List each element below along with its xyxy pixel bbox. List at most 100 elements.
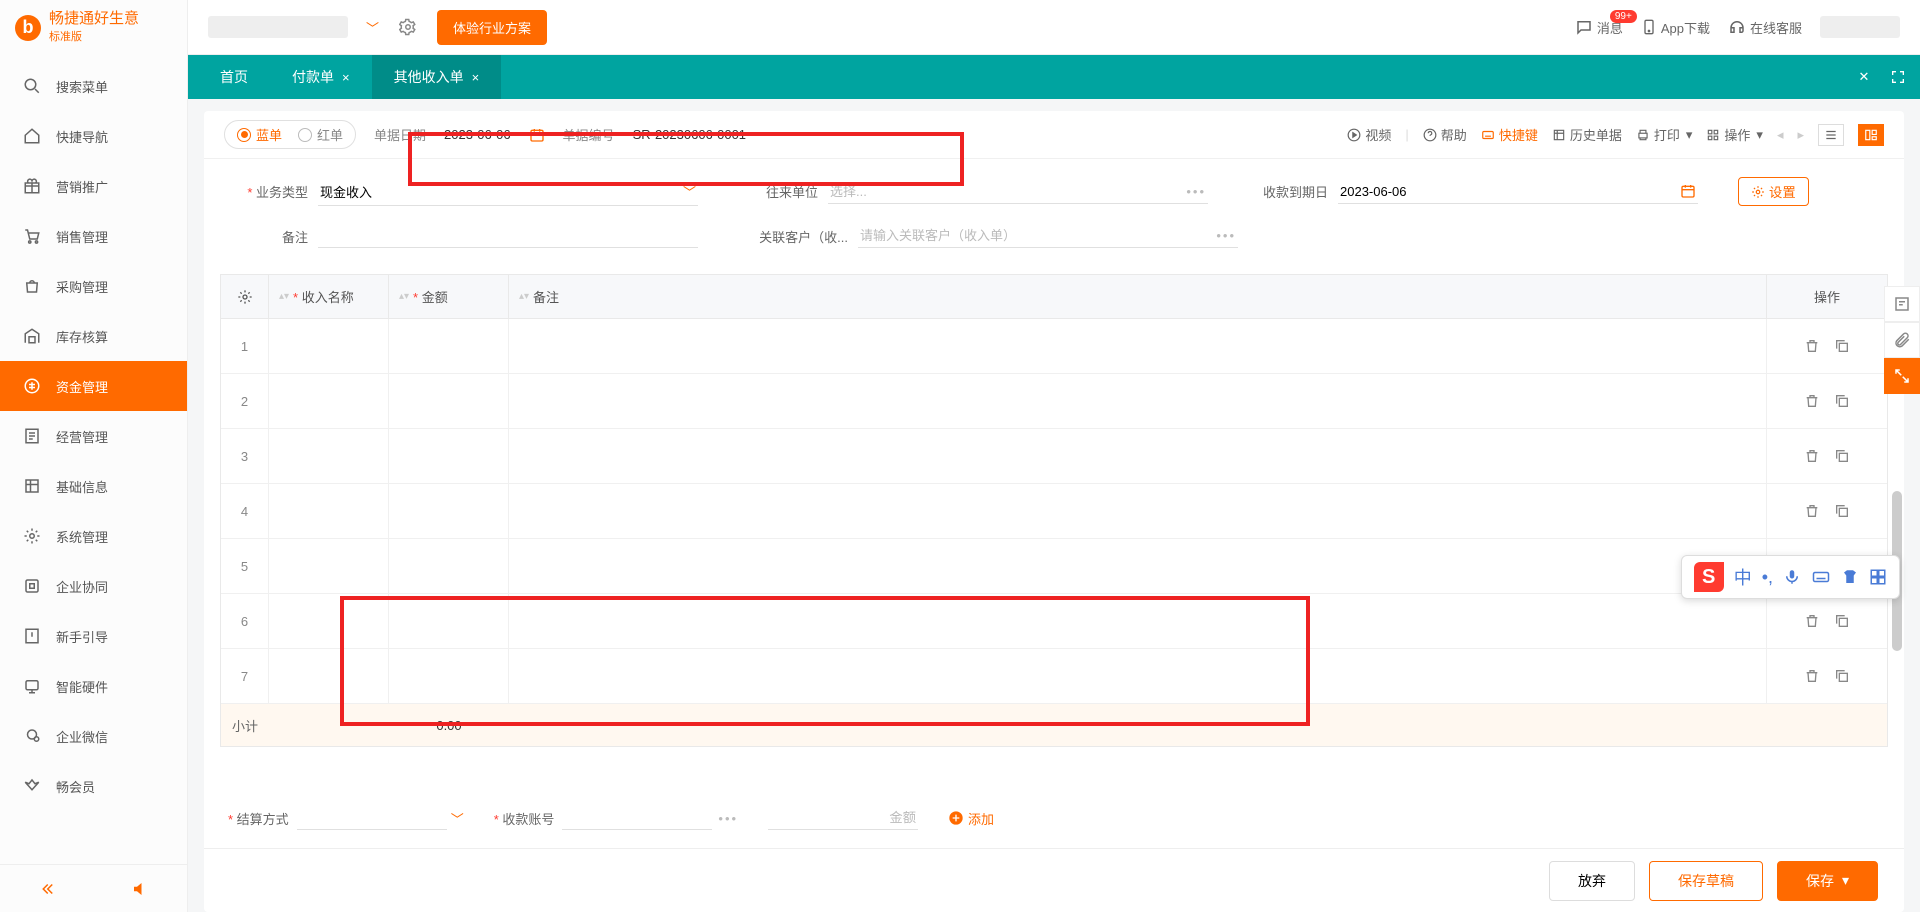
- history-link[interactable]: 历史单据: [1552, 125, 1622, 144]
- save-button[interactable]: 保存▾: [1777, 861, 1878, 901]
- sidebar-item-search[interactable]: 搜索菜单: [0, 61, 187, 111]
- ime-keyboard-icon[interactable]: [1811, 568, 1831, 586]
- sidebar-item-inventory[interactable]: 库存核算: [0, 311, 187, 361]
- add-settlement[interactable]: 添加: [948, 809, 994, 828]
- video-help[interactable]: 视频: [1347, 125, 1391, 144]
- party-input[interactable]: [830, 184, 1186, 199]
- cell-income-name[interactable]: [269, 429, 389, 483]
- cell-remark[interactable]: [509, 374, 1767, 428]
- collapse-button[interactable]: [0, 880, 94, 898]
- table-row[interactable]: 3: [221, 429, 1887, 484]
- copy-row-icon[interactable]: [1834, 393, 1850, 409]
- save-draft-button[interactable]: 保存草稿: [1649, 861, 1763, 901]
- sidebar-item-member[interactable]: 畅会员: [0, 761, 187, 811]
- sidebar-item-wecom[interactable]: 企业微信: [0, 711, 187, 761]
- close-all-tabs[interactable]: ✕: [1848, 61, 1880, 93]
- business-type-input[interactable]: [320, 184, 679, 199]
- side-tool-note[interactable]: [1884, 286, 1920, 322]
- cell-remark[interactable]: [509, 429, 1767, 483]
- chevron-down-icon[interactable]: ﹀: [683, 182, 696, 201]
- tab-other-income[interactable]: 其他收入单×: [372, 55, 502, 99]
- close-icon[interactable]: ×: [342, 70, 350, 85]
- delete-row-icon[interactable]: [1804, 613, 1820, 629]
- delete-row-icon[interactable]: [1804, 338, 1820, 354]
- table-row[interactable]: 5: [221, 539, 1887, 594]
- cell-amount[interactable]: [389, 484, 509, 538]
- sidebar-item-system[interactable]: 系统管理: [0, 511, 187, 561]
- copy-row-icon[interactable]: [1834, 613, 1850, 629]
- tab-home[interactable]: 首页: [198, 55, 270, 99]
- cell-amount[interactable]: [389, 319, 509, 373]
- ime-mic-icon[interactable]: [1783, 568, 1801, 586]
- app-download-button[interactable]: App下载: [1641, 18, 1710, 37]
- table-row[interactable]: 4: [221, 484, 1887, 539]
- sound-button[interactable]: [94, 880, 188, 898]
- copy-row-icon[interactable]: [1834, 668, 1850, 684]
- table-row[interactable]: 1: [221, 319, 1887, 374]
- cell-amount[interactable]: [389, 374, 509, 428]
- cell-remark[interactable]: [509, 539, 1767, 593]
- cell-income-name[interactable]: [269, 649, 389, 703]
- close-icon[interactable]: ×: [472, 70, 480, 85]
- table-settings[interactable]: [221, 275, 269, 318]
- table-row[interactable]: 7: [221, 649, 1887, 704]
- ime-skin-icon[interactable]: [1841, 568, 1859, 586]
- next-doc[interactable]: ▸: [1797, 127, 1804, 143]
- more-icon[interactable]: •••: [718, 811, 738, 826]
- cell-income-name[interactable]: [269, 484, 389, 538]
- col-income-name[interactable]: ▴▾收入名称: [269, 275, 389, 318]
- help-link[interactable]: 帮助: [1423, 125, 1467, 144]
- cell-income-name[interactable]: [269, 539, 389, 593]
- radio-blue[interactable]: 蓝单: [237, 125, 282, 144]
- more-icon[interactable]: •••: [1186, 184, 1206, 199]
- delete-row-icon[interactable]: [1804, 448, 1820, 464]
- cell-income-name[interactable]: [269, 319, 389, 373]
- sidebar-item-sales[interactable]: 销售管理: [0, 211, 187, 261]
- radio-red[interactable]: 红单: [298, 125, 343, 144]
- shortcut-link[interactable]: 快捷键: [1481, 125, 1538, 144]
- copy-row-icon[interactable]: [1834, 338, 1850, 354]
- user-avatar[interactable]: [1820, 16, 1900, 38]
- table-row[interactable]: 2: [221, 374, 1887, 429]
- cell-amount[interactable]: [389, 429, 509, 483]
- chevron-down-icon[interactable]: ﹀: [451, 809, 464, 828]
- cell-remark[interactable]: [509, 484, 1767, 538]
- sidebar-item-operation[interactable]: 经营管理: [0, 411, 187, 461]
- cell-amount[interactable]: [389, 539, 509, 593]
- cell-amount[interactable]: [389, 649, 509, 703]
- discard-button[interactable]: 放弃: [1549, 861, 1635, 901]
- col-remark[interactable]: ▴▾备注: [509, 275, 1767, 318]
- calendar-icon[interactable]: [1680, 183, 1696, 199]
- delete-row-icon[interactable]: [1804, 668, 1820, 684]
- ime-mode[interactable]: 中: [1734, 564, 1752, 590]
- sidebar-item-purchase[interactable]: 采购管理: [0, 261, 187, 311]
- remark-input[interactable]: [320, 228, 696, 243]
- more-icon[interactable]: •••: [1216, 228, 1236, 243]
- view-list[interactable]: [1818, 124, 1844, 146]
- view-form[interactable]: [1858, 124, 1884, 146]
- print-link[interactable]: 打印▾: [1636, 125, 1693, 144]
- service-button[interactable]: 在线客服: [1728, 18, 1802, 37]
- prev-doc[interactable]: ◂: [1777, 127, 1784, 143]
- sidebar-item-finance[interactable]: 资金管理: [0, 361, 187, 411]
- fullscreen-toggle[interactable]: [1882, 61, 1914, 93]
- ops-link[interactable]: 操作▾: [1706, 125, 1763, 144]
- side-tool-expand[interactable]: [1884, 358, 1920, 394]
- settings-icon[interactable]: [399, 18, 417, 36]
- due-date-input[interactable]: [1340, 184, 1680, 199]
- settle-account-input[interactable]: [562, 806, 712, 830]
- sidebar-item-guide[interactable]: 新手引导: [0, 611, 187, 661]
- side-tool-attach[interactable]: [1884, 322, 1920, 358]
- tab-payment[interactable]: 付款单×: [270, 55, 372, 99]
- trial-button[interactable]: 体验行业方案: [437, 10, 547, 45]
- related-customer-input[interactable]: [860, 228, 1216, 243]
- ime-punct-icon[interactable]: •,: [1762, 567, 1773, 588]
- sidebar-item-basedata[interactable]: 基础信息: [0, 461, 187, 511]
- org-selector[interactable]: ﹀: [208, 16, 389, 38]
- copy-row-icon[interactable]: [1834, 448, 1850, 464]
- ime-toolbar[interactable]: S 中 •,: [1681, 555, 1900, 599]
- delete-row-icon[interactable]: [1804, 393, 1820, 409]
- cell-remark[interactable]: [509, 649, 1767, 703]
- form-settings-button[interactable]: 设置: [1738, 177, 1809, 206]
- delete-row-icon[interactable]: [1804, 503, 1820, 519]
